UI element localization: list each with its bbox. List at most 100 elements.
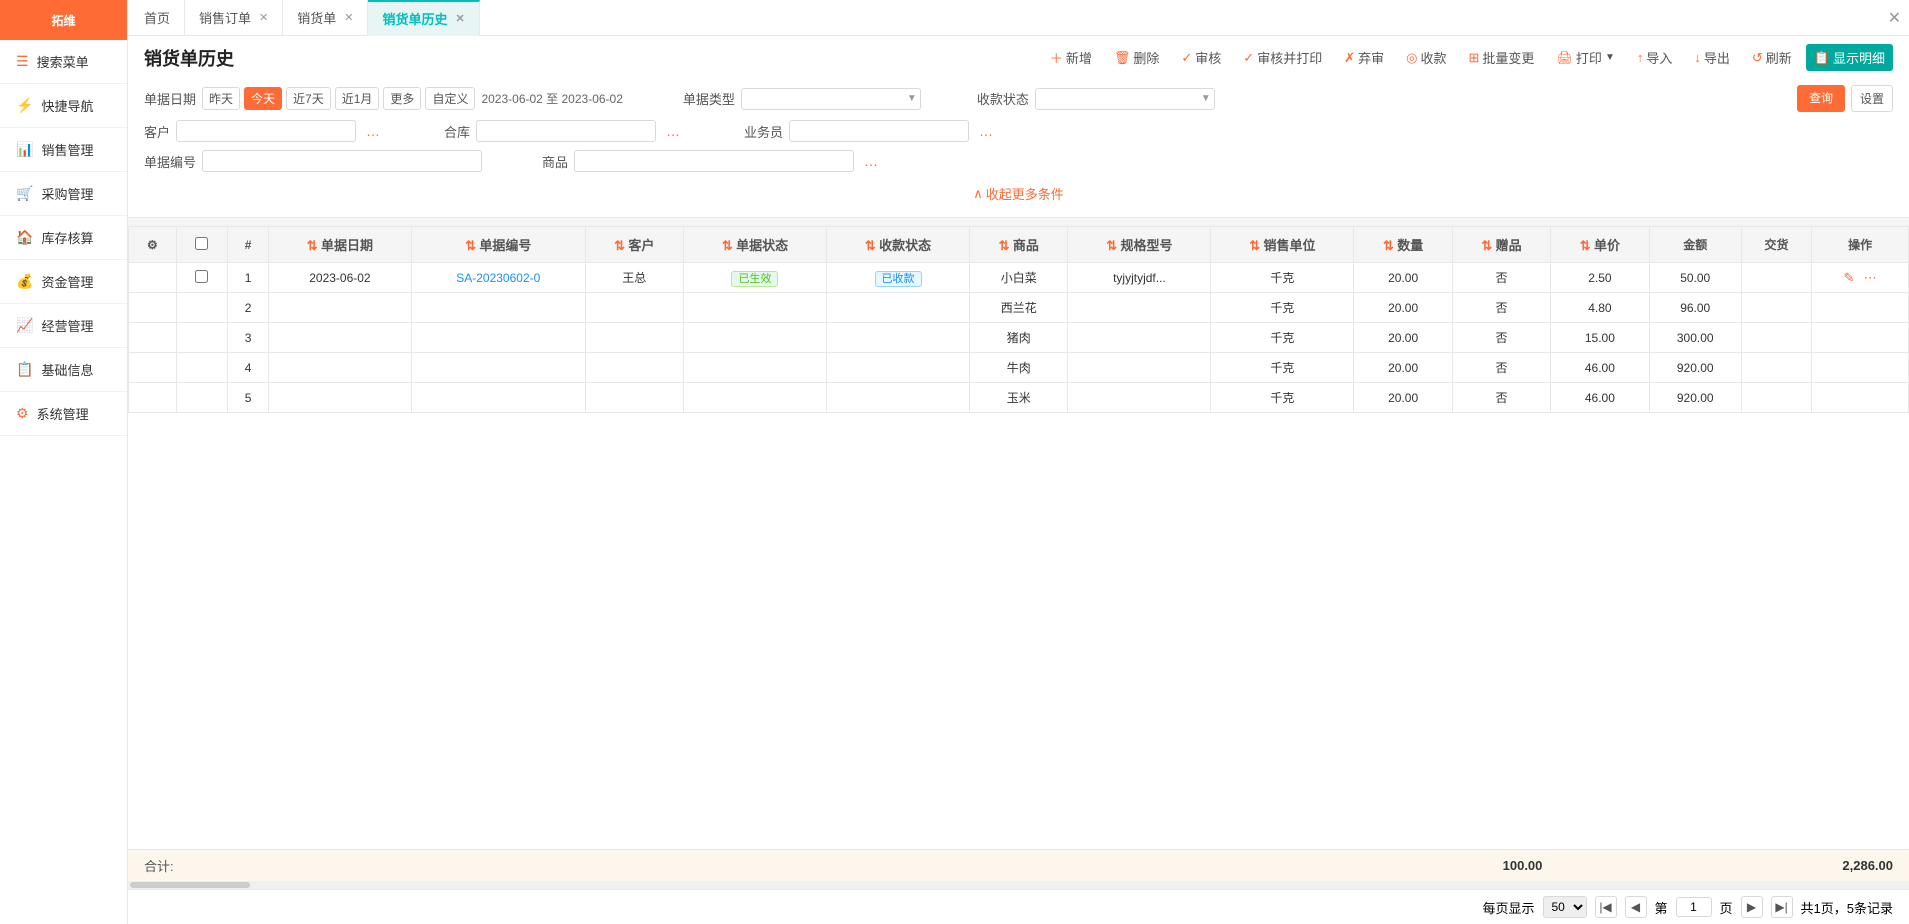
refresh-button[interactable]: ↺ 刷新 — [1744, 44, 1800, 71]
spec-column-header[interactable]: ⇅ 规格型号 — [1068, 227, 1211, 263]
gear-cell — [129, 293, 177, 323]
sidebar-item-label: 库存核算 — [41, 228, 93, 247]
audit-print-button[interactable]: ✓ 审核并打印 — [1235, 44, 1330, 71]
doc-num-cell[interactable] — [411, 323, 585, 353]
filter-agent: 业务员 … — [744, 120, 997, 142]
tab-sales-history[interactable]: 销货单历史 ✕ — [368, 0, 479, 36]
gear-column-header[interactable]: ⚙ — [129, 227, 177, 263]
close-all-tabs-button[interactable]: ✕ — [1888, 8, 1901, 28]
summary-values: 100.00 2,286.00 — [1503, 858, 1893, 873]
sidebar-item-search-menu[interactable]: ☰ 搜索菜单 — [0, 40, 127, 84]
next-page-button[interactable]: ▶ — [1741, 896, 1763, 918]
sidebar-item-sales-mgmt[interactable]: 📊 销售管理 — [0, 128, 127, 172]
sidebar-item-sys-mgmt[interactable]: ⚙ 系统管理 — [0, 392, 127, 436]
check-cell[interactable] — [176, 353, 228, 383]
date-btn-yesterday[interactable]: 昨天 — [202, 87, 240, 110]
doc-num-cell[interactable] — [411, 383, 585, 413]
import-button[interactable]: ↑ 导入 — [1629, 44, 1681, 71]
warehouse-ellipsis[interactable]: … — [662, 123, 684, 139]
spec-cell — [1068, 323, 1211, 353]
collapse-button[interactable]: ∧ 收起更多条件 — [973, 184, 1064, 203]
sidebar-item-ops-mgmt[interactable]: 📈 经营管理 — [0, 304, 127, 348]
doc-status-column-header[interactable]: ⇅ 单据状态 — [683, 227, 826, 263]
tab-sales-goods-close[interactable]: ✕ — [344, 11, 353, 24]
first-page-button[interactable]: |◀ — [1595, 896, 1617, 918]
abandon-button[interactable]: ✗ 弃审 — [1336, 44, 1392, 71]
date-btn-custom[interactable]: 自定义 — [425, 87, 475, 110]
doc-num-cell[interactable] — [411, 353, 585, 383]
export-button[interactable]: ↓ 导出 — [1686, 44, 1738, 71]
last-page-button[interactable]: ▶| — [1771, 896, 1793, 918]
goods-label: 商品 — [1013, 238, 1039, 253]
date-btn-7days[interactable]: 近7天 — [286, 87, 331, 110]
goods-input[interactable] — [574, 150, 854, 172]
date-btn-1month[interactable]: 近1月 — [335, 87, 380, 110]
collect-button[interactable]: ◎ 收款 — [1398, 44, 1454, 71]
collapse-label: 收起更多条件 — [986, 184, 1064, 203]
gift-column-header[interactable]: ⇅ 赠品 — [1452, 227, 1550, 263]
quantity-column-header[interactable]: ⇅ 数量 — [1354, 227, 1452, 263]
agent-ellipsis[interactable]: … — [975, 123, 997, 139]
tab-home[interactable]: 首页 — [136, 0, 185, 36]
transaction-cell — [1741, 323, 1811, 353]
query-button[interactable]: 查询 — [1797, 85, 1845, 112]
inventory-icon: 🏠 — [16, 229, 33, 246]
sidebar-item-base-info[interactable]: 📋 基础信息 — [0, 348, 127, 392]
tab-sales-order[interactable]: 销售订单 ✕ — [185, 0, 283, 36]
scrollbar-thumb[interactable] — [130, 882, 250, 888]
check-cell[interactable] — [176, 263, 228, 293]
warehouse-input[interactable] — [476, 120, 656, 142]
sidebar-item-finance-mgmt[interactable]: 💰 资金管理 — [0, 260, 127, 304]
batch-change-button[interactable]: ⊞ 批量变更 — [1460, 44, 1542, 71]
audit-button[interactable]: ✓ 审核 — [1173, 44, 1229, 71]
sidebar-item-label: 销售管理 — [41, 140, 93, 159]
sidebar-item-purchase-mgmt[interactable]: 🛒 采购管理 — [0, 172, 127, 216]
check-cell[interactable] — [176, 383, 228, 413]
horizontal-scrollbar[interactable] — [128, 881, 1909, 889]
goods-ellipsis[interactable]: … — [860, 153, 882, 169]
check-cell[interactable] — [176, 323, 228, 353]
settings-button[interactable]: 设置 — [1851, 85, 1893, 112]
filter-collect-status: 收款状态 ▼ — [977, 88, 1211, 110]
tab-sales-goods[interactable]: 销货单 ✕ — [283, 0, 368, 36]
sidebar-item-inventory[interactable]: 🏠 库存核算 — [0, 216, 127, 260]
date-btn-today[interactable]: 今天 — [244, 87, 282, 110]
delete-button[interactable]: 🗑 删除 — [1106, 44, 1168, 71]
collect-status-select[interactable] — [1035, 88, 1215, 110]
date-btn-more[interactable]: 更多 — [383, 87, 421, 110]
customer-input[interactable] — [176, 120, 356, 142]
tab-sales-history-close[interactable]: ✕ — [456, 12, 465, 25]
doc-date-column-header[interactable]: ⇅ 单据日期 — [268, 227, 411, 263]
new-button[interactable]: ＋ 新增 — [1042, 44, 1100, 71]
goods-column-header[interactable]: ⇅ 商品 — [970, 227, 1068, 263]
collect-status-column-header[interactable]: ⇅ 收款状态 — [826, 227, 969, 263]
doc-num-cell[interactable] — [411, 293, 585, 323]
check-cell[interactable] — [176, 293, 228, 323]
select-all-checkbox[interactable] — [195, 237, 208, 250]
sidebar-item-quick-nav[interactable]: ⚡ 快捷导航 — [0, 84, 127, 128]
doc-num-column-header[interactable]: ⇅ 单据编号 — [411, 227, 585, 263]
page-number-input[interactable] — [1676, 897, 1712, 917]
amount-cell: 96.00 — [1649, 293, 1741, 323]
edit-button[interactable]: ✎ — [1844, 270, 1855, 285]
more-button[interactable]: ⋯ — [1864, 270, 1877, 285]
check-column-header[interactable] — [176, 227, 228, 263]
print-button[interactable]: 🖨 打印 ▼ — [1548, 44, 1622, 71]
customer-sort-icon: ⇅ — [614, 238, 625, 253]
customer-ellipsis[interactable]: … — [362, 123, 384, 139]
row-checkbox[interactable] — [195, 270, 208, 283]
tab-sales-order-close[interactable]: ✕ — [259, 11, 268, 24]
doc-num-input[interactable] — [202, 150, 482, 172]
sales-unit-column-header[interactable]: ⇅ 销售单位 — [1211, 227, 1354, 263]
agent-input[interactable] — [789, 120, 969, 142]
doc-type-select[interactable] — [741, 88, 921, 110]
sales-unit-cell: 千克 — [1211, 353, 1354, 383]
unit-price-column-header[interactable]: ⇅ 单价 — [1551, 227, 1649, 263]
total-quantity: 100.00 — [1503, 858, 1543, 873]
per-page-select[interactable]: 50 — [1543, 896, 1587, 918]
customer-column-header[interactable]: ⇅ 客户 — [585, 227, 683, 263]
unit-price-sort-icon: ⇅ — [1580, 238, 1591, 253]
doc-num-cell[interactable]: SA-20230602-0 — [411, 263, 585, 293]
prev-page-button[interactable]: ◀ — [1625, 896, 1647, 918]
show-detail-button[interactable]: 📋 显示明细 — [1806, 44, 1893, 71]
